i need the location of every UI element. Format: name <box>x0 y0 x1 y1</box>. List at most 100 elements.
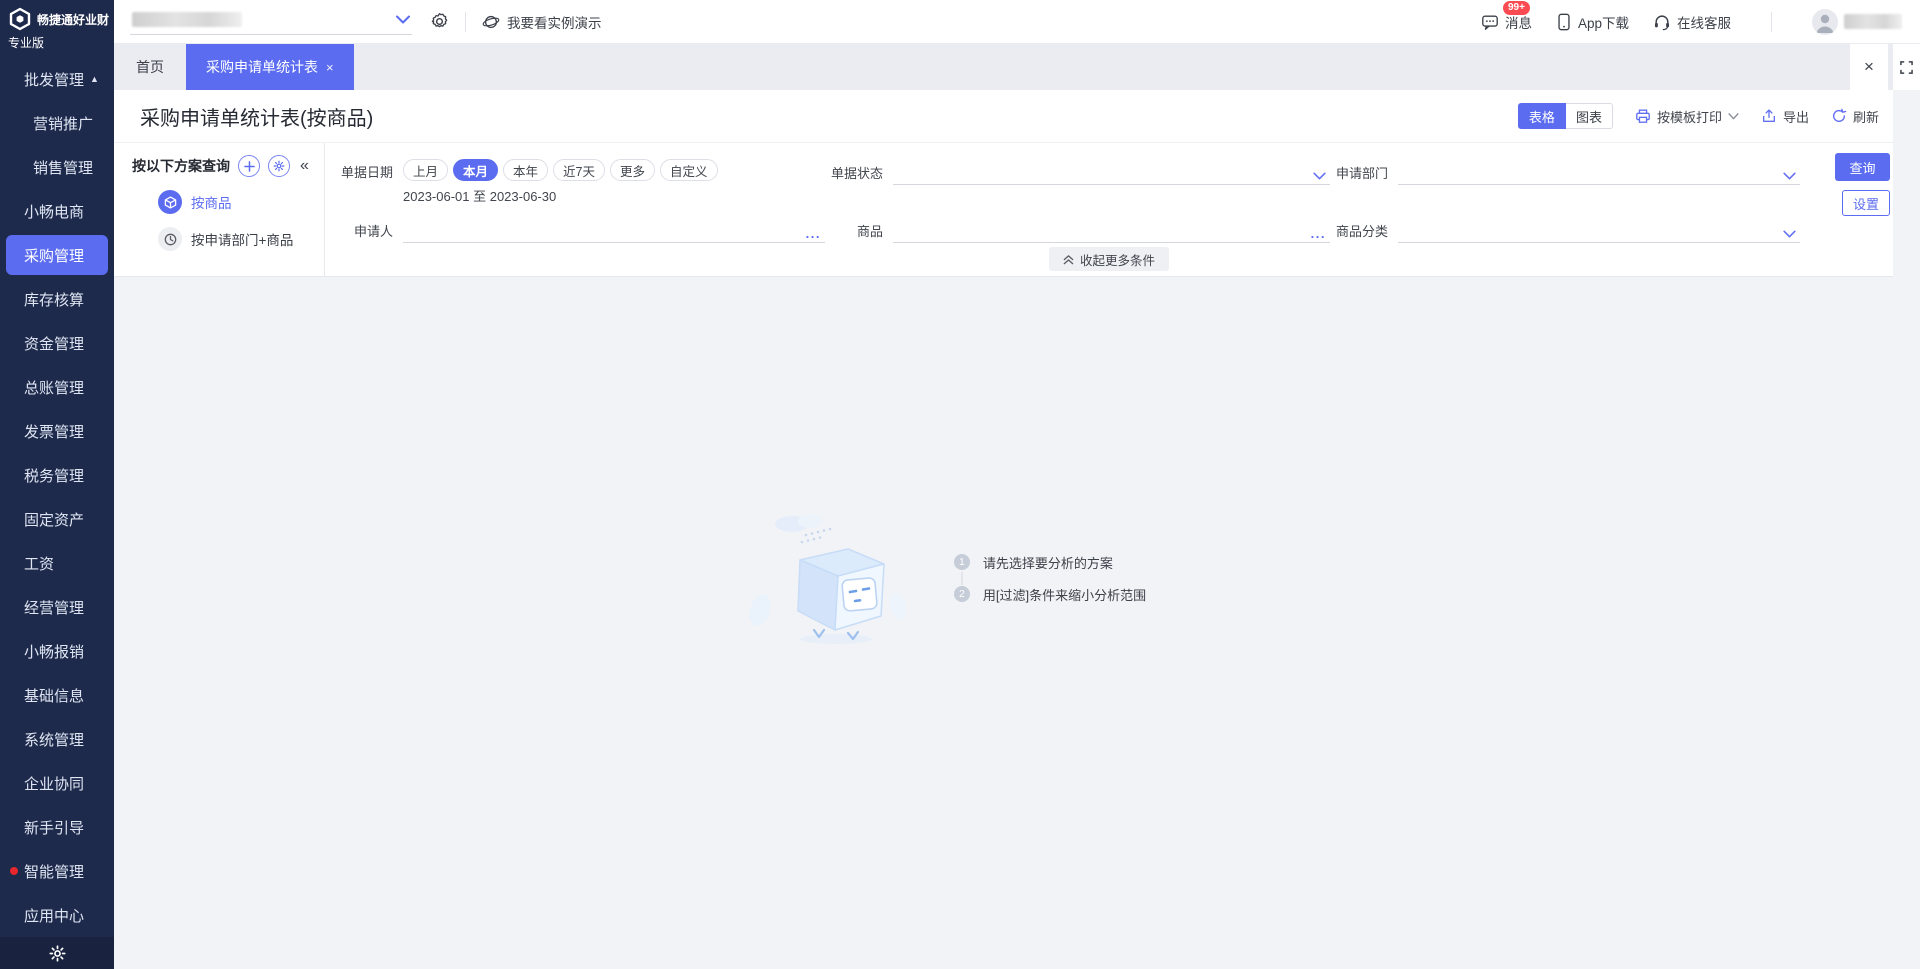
sidebar-item-beginner-guide[interactable]: 新手引导 <box>0 805 114 849</box>
topbar-divider <box>465 11 466 32</box>
sidebar-item-label: 销售管理 <box>33 159 94 177</box>
chevron-down-icon <box>1728 112 1739 120</box>
product-input[interactable]: ... <box>893 217 1330 243</box>
sidebar-item-invoice[interactable]: 发票管理 <box>0 409 114 453</box>
sidebar-item-label: 小畅电商 <box>24 203 85 221</box>
company-selector[interactable] <box>130 8 412 35</box>
mobile-phone-icon <box>1556 13 1572 31</box>
step-number: 1 <box>953 554 970 570</box>
sidebar-item-operations[interactable]: 经营管理 <box>0 585 114 629</box>
scheme-by-department-product[interactable]: 按申请部门+商品 <box>132 227 316 251</box>
view-toggle-chart[interactable]: 图表 <box>1565 103 1613 129</box>
planet-icon <box>482 13 500 31</box>
sidebar-item-tax[interactable]: 税务管理 <box>0 453 114 497</box>
demo-link[interactable]: 我要看实例演示 <box>482 12 602 32</box>
app-window: 畅捷通好业财 专业版 批发管理 ▲ 营销推广销售管理小畅电商采购管理库存核算资金管理… <box>0 0 1920 969</box>
more-options-icon[interactable]: ... <box>806 227 821 240</box>
add-scheme-button[interactable] <box>238 155 260 177</box>
date-pill-group: 上月 本月 本年 近7天 更多 自定义 <box>403 159 718 181</box>
date-range-value[interactable]: 2023-06-01 至 2023-06-30 <box>403 186 718 205</box>
sidebar-item-wholesale[interactable]: 批发管理 ▲ <box>0 57 114 101</box>
refresh-button[interactable]: 刷新 <box>1831 107 1879 126</box>
sidebar-item-app-center[interactable]: 应用中心 <box>0 893 114 937</box>
step-2: 2 用[过滤]条件来缩小分析范围 <box>953 585 1146 604</box>
date-option-近7天[interactable]: 近7天 <box>553 159 605 181</box>
date-option-本月[interactable]: 本月 <box>453 159 499 181</box>
department-select[interactable] <box>1398 159 1800 185</box>
message-bubble-icon <box>1481 13 1499 31</box>
sidebar-item-label: 批发管理 <box>24 71 85 89</box>
tab-purchase-request-stats[interactable]: 采购申请单统计表 × <box>186 44 354 90</box>
sidebar-item-purchase[interactable]: 采购管理 <box>6 235 108 275</box>
sidebar-item-xiaochang-expense[interactable]: 小畅报销 <box>0 629 114 673</box>
page-header: 采购申请单统计表(按商品) 表格 图表 按模板打印 导出 刷新 <box>114 90 1893 142</box>
step-1: 1 请先选择要分析的方案 <box>953 553 1146 572</box>
print-by-template-label: 按模板打印 <box>1656 109 1722 125</box>
date-filter-label: 单据日期 <box>340 165 393 180</box>
headset-icon <box>1653 13 1671 31</box>
query-scheme-panel: 按以下方案查询 « 按商品 按申请部门+商品 <box>114 143 325 276</box>
tabbar-spacer <box>354 44 1850 90</box>
clock-icon <box>158 227 182 251</box>
settings-button[interactable]: 设置 <box>1842 190 1890 216</box>
applicant-filter-label: 申请人 <box>353 223 393 239</box>
product-filter-label: 商品 <box>856 223 883 239</box>
sidebar-item-label: 库存核算 <box>24 291 85 309</box>
refresh-label: 刷新 <box>1852 109 1879 125</box>
sidebar-item-enterprise-collab[interactable]: 企业协同 <box>0 761 114 805</box>
sidebar-item-fixed-assets[interactable]: 固定资产 <box>0 497 114 541</box>
applicant-input[interactable]: ... <box>403 217 825 243</box>
collapse-more-filters-button[interactable]: 收起更多条件 <box>1048 247 1170 271</box>
fullscreen-button[interactable] <box>1893 44 1920 90</box>
double-chevron-up-icon <box>1063 254 1074 265</box>
sidebar-item-inventory-accounting[interactable]: 库存核算 <box>0 277 114 321</box>
print-by-template-button[interactable]: 按模板打印 <box>1635 107 1739 126</box>
cube-icon <box>158 190 182 214</box>
step-connector <box>960 571 963 585</box>
app-download-button[interactable]: App下载 <box>1556 12 1629 32</box>
collapse-panel-icon[interactable]: « <box>300 157 309 175</box>
date-option-更多[interactable]: 更多 <box>610 159 656 181</box>
sidebar-item-sales[interactable]: 销售管理 <box>0 145 114 189</box>
sidebar-item-system[interactable]: 系统管理 <box>0 717 114 761</box>
date-option-上月[interactable]: 上月 <box>403 159 449 181</box>
empty-box-illustration <box>748 508 908 648</box>
chevron-down-icon <box>1313 172 1326 180</box>
sidebar-item-xiaochang-ecommerce[interactable]: 小畅电商 <box>0 189 114 233</box>
messages-button[interactable]: 99+ 消息 <box>1481 0 1532 32</box>
settings-gear-icon[interactable] <box>48 944 66 962</box>
status-filter-label: 单据状态 <box>830 165 883 181</box>
filter-band: 按以下方案查询 « 按商品 按申请部门+商品 单据日期 上月 本月 本年 近7天… <box>114 142 1893 277</box>
sidebar-item-label: 应用中心 <box>24 907 85 925</box>
date-option-本年[interactable]: 本年 <box>503 159 549 181</box>
company-name-redacted <box>132 12 242 27</box>
sidebar-item-general-ledger[interactable]: 总账管理 <box>0 365 114 409</box>
filter-form: 单据日期 上月 本月 本年 近7天 更多 自定义 2023-06-01 至 2023-06… <box>325 143 1893 276</box>
category-select[interactable] <box>1398 217 1800 243</box>
export-button[interactable]: 导出 <box>1761 107 1809 126</box>
user-account[interactable] <box>1812 8 1902 35</box>
sidebar-item-label: 新手引导 <box>24 819 85 837</box>
search-button[interactable]: 查询 <box>1835 153 1890 181</box>
chevron-down-icon <box>1783 172 1796 180</box>
close-tab-button[interactable]: × <box>1850 44 1888 90</box>
sidebar-item-payroll[interactable]: 工资 <box>0 541 114 585</box>
tab-bar: 首页 采购申请单统计表 × × <box>114 44 1920 90</box>
scheme-by-product[interactable]: 按商品 <box>132 190 316 214</box>
close-tab-icon[interactable]: × <box>326 60 334 75</box>
date-option-自定义[interactable]: 自定义 <box>660 159 718 181</box>
tab-home[interactable]: 首页 <box>114 44 186 90</box>
sidebar-item-marketing[interactable]: 营销推广 <box>0 101 114 145</box>
online-support-button[interactable]: 在线客服 <box>1653 12 1731 32</box>
sidebar-item-funds[interactable]: 资金管理 <box>0 321 114 365</box>
sidebar-item-smart-management[interactable]: 智能管理 <box>0 849 114 893</box>
app-logo: 畅捷通好业财 专业版 <box>0 0 114 55</box>
more-options-icon[interactable]: ... <box>1311 227 1326 240</box>
status-select[interactable] <box>893 159 1330 185</box>
sidebar-item-basic-info[interactable]: 基础信息 <box>0 673 114 717</box>
collapse-arrow-icon: ▲ <box>90 74 99 84</box>
scheme-settings-button[interactable] <box>268 155 290 177</box>
collapse-more-filters-label: 收起更多条件 <box>1079 253 1156 268</box>
gear-icon[interactable] <box>430 12 449 31</box>
view-toggle-table[interactable]: 表格 <box>1517 103 1566 129</box>
